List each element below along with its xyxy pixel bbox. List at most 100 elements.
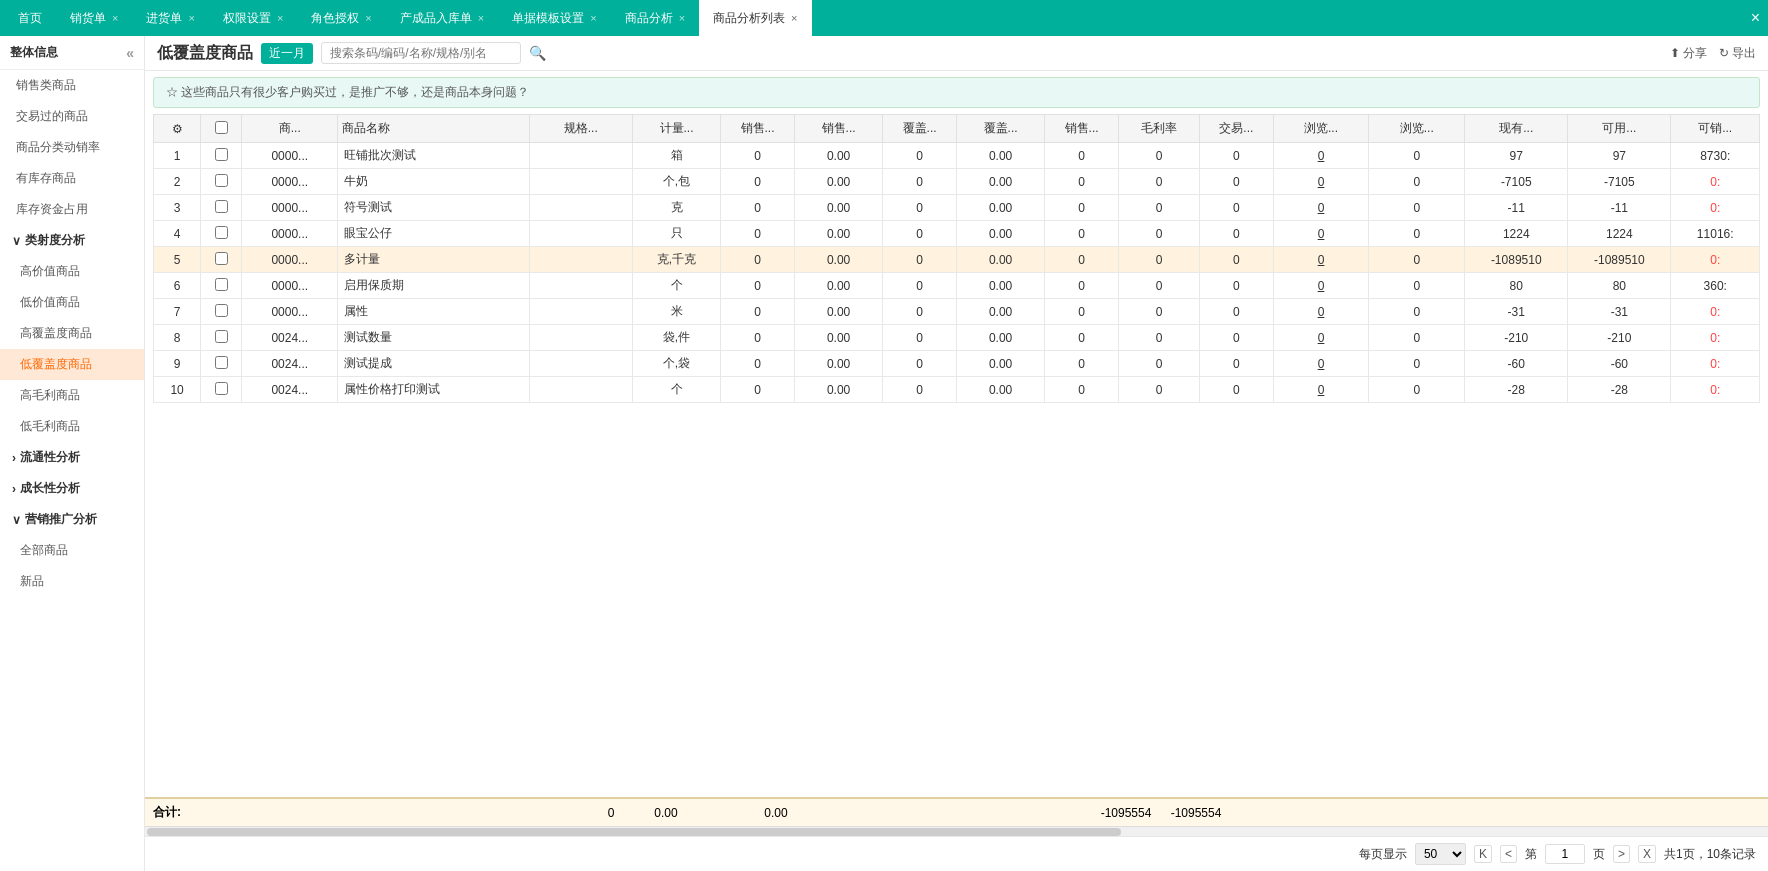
- next-page-button[interactable]: >: [1613, 845, 1630, 863]
- row-browse1[interactable]: 0: [1273, 247, 1369, 273]
- browse-link[interactable]: 0: [1318, 253, 1325, 267]
- per-page-select[interactable]: 50 100: [1415, 843, 1466, 865]
- col-header-cur[interactable]: 现有...: [1465, 115, 1568, 143]
- col-header-settings[interactable]: ⚙: [154, 115, 201, 143]
- row-checkbox[interactable]: [215, 226, 228, 239]
- close-icon[interactable]: ×: [590, 12, 596, 24]
- nav-tab-analysis[interactable]: 商品分析 ×: [611, 0, 699, 36]
- col-header-sales-qty[interactable]: 销售...: [721, 115, 795, 143]
- close-icon[interactable]: ×: [791, 12, 797, 24]
- row-browse1[interactable]: 0: [1273, 273, 1369, 299]
- sidebar-item-low-gross[interactable]: 低毛利商品: [0, 411, 144, 442]
- sidebar-item-low-value[interactable]: 低价值商品: [0, 287, 144, 318]
- browse-link[interactable]: 0: [1318, 357, 1325, 371]
- prev-page-button[interactable]: <: [1500, 845, 1517, 863]
- date-filter-button[interactable]: 近一月: [261, 43, 313, 64]
- col-header-gross[interactable]: 毛利率: [1118, 115, 1199, 143]
- row-checkbox[interactable]: [215, 330, 228, 343]
- row-check[interactable]: [201, 351, 242, 377]
- row-browse1[interactable]: 0: [1273, 143, 1369, 169]
- col-header-spec[interactable]: 规格...: [529, 115, 632, 143]
- row-checkbox[interactable]: [215, 200, 228, 213]
- table-wrapper[interactable]: ⚙ 商... 商品名称 规格... 计量... 销售... 销售... 覆盖..…: [145, 114, 1768, 797]
- row-browse1[interactable]: 0: [1273, 325, 1369, 351]
- last-page-button[interactable]: X: [1638, 845, 1656, 863]
- sidebar-item-high-value[interactable]: 高价值商品: [0, 256, 144, 287]
- browse-link[interactable]: 0: [1318, 331, 1325, 345]
- row-check[interactable]: [201, 247, 242, 273]
- row-checkbox[interactable]: [215, 174, 228, 187]
- share-button[interactable]: ⬆ 分享: [1670, 45, 1707, 62]
- close-icon[interactable]: ×: [188, 12, 194, 24]
- nav-tab-analysis-list[interactable]: 商品分析列表 ×: [699, 0, 811, 36]
- browse-link[interactable]: 0: [1318, 279, 1325, 293]
- col-header-unit[interactable]: 计量...: [632, 115, 720, 143]
- sidebar-collapse-btn[interactable]: «: [126, 45, 134, 61]
- browse-link[interactable]: 0: [1318, 201, 1325, 215]
- row-checkbox[interactable]: [215, 252, 228, 265]
- row-browse1[interactable]: 0: [1273, 195, 1369, 221]
- search-icon[interactable]: 🔍: [529, 45, 546, 61]
- col-header-code[interactable]: 商...: [242, 115, 338, 143]
- row-check[interactable]: [201, 273, 242, 299]
- col-header-sales3[interactable]: 销售...: [1045, 115, 1119, 143]
- sidebar-item-category-rate[interactable]: 商品分类动销率: [0, 132, 144, 163]
- col-header-cov2[interactable]: 覆盖...: [956, 115, 1044, 143]
- sidebar-item-traded-goods[interactable]: 交易过的商品: [0, 101, 144, 132]
- col-header-sales-amt[interactable]: 销售...: [794, 115, 882, 143]
- row-check[interactable]: [201, 169, 242, 195]
- row-checkbox[interactable]: [215, 278, 228, 291]
- export-button[interactable]: ↻ 导出: [1719, 45, 1756, 62]
- sidebar-item-stock-capital[interactable]: 库存资金占用: [0, 194, 144, 225]
- browse-link[interactable]: 0: [1318, 175, 1325, 189]
- sidebar-group-liquidity[interactable]: › 流通性分析: [0, 442, 144, 473]
- sidebar-item-high-coverage[interactable]: 高覆盖度商品: [0, 318, 144, 349]
- nav-tab-sales[interactable]: 销货单 ×: [56, 0, 132, 36]
- browse-link[interactable]: 0: [1318, 383, 1325, 397]
- nav-tab-purchase[interactable]: 进货单 ×: [132, 0, 208, 36]
- row-check[interactable]: [201, 299, 242, 325]
- close-icon[interactable]: ×: [277, 12, 283, 24]
- nav-tab-finished[interactable]: 产成品入库单 ×: [386, 0, 498, 36]
- row-check[interactable]: [201, 377, 242, 403]
- nav-tab-home[interactable]: 首页: [4, 0, 56, 36]
- col-header-trans[interactable]: 交易...: [1199, 115, 1273, 143]
- col-header-sellable[interactable]: 可销...: [1671, 115, 1760, 143]
- row-checkbox[interactable]: [215, 382, 228, 395]
- row-check[interactable]: [201, 325, 242, 351]
- row-check[interactable]: [201, 143, 242, 169]
- row-check[interactable]: [201, 195, 242, 221]
- row-checkbox[interactable]: [215, 356, 228, 369]
- row-browse1[interactable]: 0: [1273, 351, 1369, 377]
- sidebar-item-sales-goods[interactable]: 销售类商品: [0, 70, 144, 101]
- page-number-input[interactable]: [1545, 844, 1585, 864]
- col-header-browse2[interactable]: 浏览...: [1369, 115, 1465, 143]
- sidebar-group-category[interactable]: ∨ 类射度分析: [0, 225, 144, 256]
- row-browse1[interactable]: 0: [1273, 221, 1369, 247]
- row-browse1[interactable]: 0: [1273, 299, 1369, 325]
- close-icon[interactable]: ×: [679, 12, 685, 24]
- browse-link[interactable]: 0: [1318, 305, 1325, 319]
- nav-tab-template[interactable]: 单据模板设置 ×: [498, 0, 610, 36]
- nav-tab-permission[interactable]: 权限设置 ×: [209, 0, 297, 36]
- sidebar-item-low-coverage[interactable]: 低覆盖度商品: [0, 349, 144, 380]
- row-checkbox[interactable]: [215, 304, 228, 317]
- col-header-avail[interactable]: 可用...: [1568, 115, 1671, 143]
- close-icon[interactable]: ×: [365, 12, 371, 24]
- search-input[interactable]: [321, 42, 521, 64]
- sidebar-item-new-goods[interactable]: 新品: [0, 566, 144, 597]
- row-browse1[interactable]: 0: [1273, 169, 1369, 195]
- sidebar-group-marketing[interactable]: ∨ 营销推广分析: [0, 504, 144, 535]
- row-browse1[interactable]: 0: [1273, 377, 1369, 403]
- close-icon[interactable]: ×: [112, 12, 118, 24]
- close-all-button[interactable]: ×: [1751, 9, 1760, 27]
- row-checkbox[interactable]: [215, 148, 228, 161]
- sidebar-group-growth[interactable]: › 成长性分析: [0, 473, 144, 504]
- col-header-browse1[interactable]: 浏览...: [1273, 115, 1369, 143]
- row-check[interactable]: [201, 221, 242, 247]
- col-header-check[interactable]: [201, 115, 242, 143]
- sidebar-item-all-goods[interactable]: 全部商品: [0, 535, 144, 566]
- first-page-button[interactable]: K: [1474, 845, 1492, 863]
- col-header-name[interactable]: 商品名称: [338, 115, 530, 143]
- sidebar-item-high-gross[interactable]: 高毛利商品: [0, 380, 144, 411]
